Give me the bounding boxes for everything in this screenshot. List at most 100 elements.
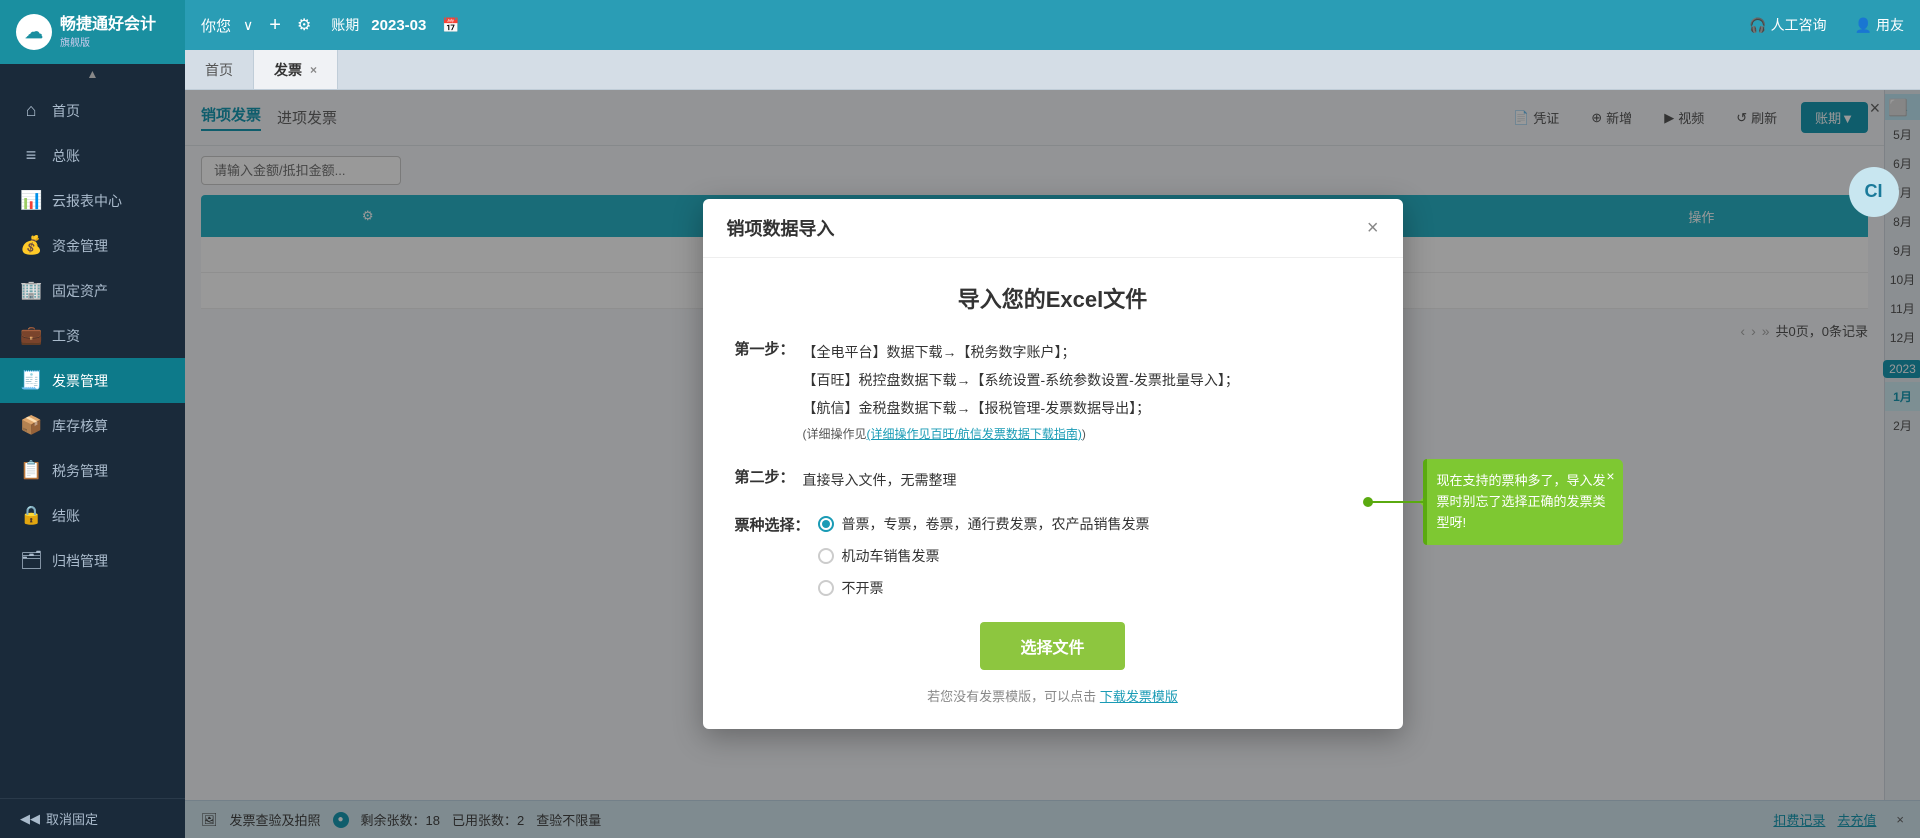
topbar-company: 你您 (201, 15, 231, 36)
radio-noticket[interactable]: 不开票 (818, 578, 1150, 598)
sidebar-item-ledger[interactable]: ≡ 总账 (0, 133, 185, 178)
sidebar-item-label: 固定资产 (52, 281, 108, 301)
user-icon: 👤 (1855, 17, 1872, 34)
step1-line1: 【全电平台】数据下载→【税务数字账户】； (803, 338, 1239, 366)
topbar-user-label: 用友 (1876, 15, 1904, 35)
sidebar-item-report[interactable]: 📊 云报表中心 (0, 178, 185, 223)
sidebar-item-label: 税务管理 (52, 461, 108, 481)
topbar: 你您 ∨ + ⚙ 账期 2023-03 📅 🎧 人工咨询 👤 用友 (185, 0, 1920, 50)
step1-row: 第一步： 【全电平台】数据下载→【税务数字账户】； 【百旺】税控盘数据下载→【系… (735, 338, 1371, 446)
sidebar-item-label: 总账 (52, 146, 80, 166)
headset-icon: 🎧 (1749, 17, 1766, 34)
home-icon: ⌂ (20, 100, 42, 121)
radio-motor[interactable]: 机动车销售发票 (818, 546, 1150, 566)
sidebar-item-closing[interactable]: 🔒 结账 (0, 493, 185, 538)
tab-home[interactable]: 首页 (185, 50, 254, 89)
tab-invoice-label: 发票 (274, 60, 302, 80)
sidebar-item-fund[interactable]: 💰 资金管理 (0, 223, 185, 268)
radio-noticket-label: 不开票 (842, 578, 884, 598)
logo-text-block: 畅捷通好会计 旗舰版 (60, 15, 156, 49)
sidebar-item-home[interactable]: ⌂ 首页 (0, 88, 185, 133)
tab-close-button[interactable]: × (310, 63, 317, 77)
step1-line2: 【百旺】税控盘数据下载→【系统设置-系统参数设置-发票批量导入】； (803, 366, 1239, 394)
sidebar-item-label: 首页 (52, 101, 80, 121)
select-file-button[interactable]: 选择文件 (980, 622, 1124, 670)
modal-title: 销项数据导入 (727, 215, 835, 241)
radio-row: 票种选择： 普票，专票，卷票，通行费发票，农产品销售发票 (735, 514, 1371, 598)
sidebar-item-asset[interactable]: 🏢 固定资产 (0, 268, 185, 313)
sidebar-scroll-up[interactable]: ▲ (0, 64, 185, 84)
step2-label: 第二步： (735, 466, 795, 487)
sidebar-item-label: 资金管理 (52, 236, 108, 256)
topbar-gear-button[interactable]: ⚙ (297, 15, 311, 35)
tooltip-close-button[interactable]: × (1606, 465, 1614, 487)
step1-link[interactable]: (详细操作见百旺/航信发票数据下载指南) (867, 427, 1082, 441)
tab-invoice[interactable]: 发票 × (254, 50, 338, 89)
sidebar-item-label: 归档管理 (52, 551, 108, 571)
sidebar-item-tax[interactable]: 📋 税务管理 (0, 448, 185, 493)
content-area: 销项发票 进项发票 📄 凭证 ⊕ 新增 ▶ 视频 (185, 90, 1920, 838)
radio-normal[interactable]: 普票，专票，卷票，通行费发票，农产品销售发票 (818, 514, 1150, 534)
ci-avatar: CI (1849, 167, 1899, 217)
radio-label: 票种选择： (735, 514, 810, 535)
topbar-arrow[interactable]: ∨ (243, 17, 253, 34)
download-text: 若您没有发票模版，可以点击 (927, 689, 1096, 704)
step1-line3: 【航信】金税盘数据下载→【报税管理-发票数据导出】； (803, 394, 1239, 422)
tooltip-dot (1363, 497, 1373, 507)
sidebar-item-invoice[interactable]: 🧾 发票管理 (0, 358, 185, 403)
modal-dialog: 销项数据导入 × 导入您的Excel文件 第一步： 【全电平台】数据下载→【税务… (703, 199, 1403, 729)
radio-normal-circle (818, 516, 834, 532)
modal-overlay: 销项数据导入 × 导入您的Excel文件 第一步： 【全电平台】数据下载→【税务… (185, 90, 1920, 838)
main-area: 你您 ∨ + ⚙ 账期 2023-03 📅 🎧 人工咨询 👤 用友 首页 发票 (185, 0, 1920, 838)
tooltip-balloon: × 现在支持的票种多了，导入发票时别忘了选择正确的发票类型呀! (1423, 459, 1623, 545)
sidebar-bottom-label: 取消固定 (46, 809, 98, 828)
topbar-user-button[interactable]: 👤 用友 (1855, 15, 1904, 35)
asset-icon: 🏢 (20, 280, 42, 301)
topbar-plus-button[interactable]: + (269, 14, 281, 37)
sidebar-item-inventory[interactable]: 📦 库存核算 (0, 403, 185, 448)
topbar-period-value: 2023-03 (371, 17, 426, 34)
download-row: 若您没有发票模版，可以点击 下载发票模版 (735, 686, 1371, 705)
radio-normal-dot (822, 520, 830, 528)
modal-close-button[interactable]: × (1367, 217, 1379, 240)
tooltip-line (1368, 501, 1423, 503)
sidebar-item-archive[interactable]: 🗂 归档管理 (0, 538, 185, 583)
step2-row: 第二步： 直接导入文件，无需整理 (735, 466, 1371, 494)
sidebar-item-label: 发票管理 (52, 371, 108, 391)
topbar-support-button[interactable]: 🎧 人工咨询 (1749, 15, 1826, 35)
logo-icon: ☁ (16, 14, 52, 50)
logo-text: 畅捷通好会计 (60, 15, 156, 34)
fund-icon: 💰 (20, 235, 42, 256)
modal-body: 导入您的Excel文件 第一步： 【全电平台】数据下载→【税务数字账户】； 【百… (703, 258, 1403, 729)
sidebar-item-label: 库存核算 (52, 416, 108, 436)
sidebar-scroll: ▲ ⌂ 首页 ≡ 总账 📊 云报表中心 💰 资金管理 (0, 64, 185, 798)
topbar-period-icon[interactable]: 📅 (442, 17, 459, 34)
topbar-period-label: 账期 (331, 15, 359, 35)
download-template-link[interactable]: 下载发票模版 (1100, 689, 1178, 704)
sidebar: ☁ 畅捷通好会计 旗舰版 ▲ ⌂ 首页 ≡ 总账 📊 云报表中心 (0, 0, 185, 838)
import-main-title: 导入您的Excel文件 (735, 282, 1371, 314)
sidebar-logo: ☁ 畅捷通好会计 旗舰版 (0, 0, 185, 64)
salary-icon: 💼 (20, 325, 42, 346)
sidebar-item-salary[interactable]: 💼 工资 (0, 313, 185, 358)
tooltip-bar (1423, 459, 1427, 545)
tax-icon: 📋 (20, 460, 42, 481)
modal-header: 销项数据导入 × (703, 199, 1403, 258)
report-icon: 📊 (20, 190, 42, 211)
radio-motor-circle (818, 548, 834, 564)
sidebar-item-label: 工资 (52, 326, 80, 346)
ledger-icon: ≡ (20, 145, 42, 166)
invoice-icon: 🧾 (20, 370, 42, 391)
radio-motor-label: 机动车销售发票 (842, 546, 940, 566)
sidebar-nav: ⌂ 首页 ≡ 总账 📊 云报表中心 💰 资金管理 🏢 固定资产 (0, 84, 185, 587)
sidebar-bottom-icon: ◀◀ (20, 811, 40, 827)
closing-icon: 🔒 (20, 505, 42, 526)
topbar-support-label: 人工咨询 (1771, 15, 1827, 35)
radio-group: 普票，专票，卷票，通行费发票，农产品销售发票 机动车销售发票 不开票 (818, 514, 1150, 598)
radio-noticket-circle (818, 580, 834, 596)
step1-sub: (详细操作见(详细操作见百旺/航信发票数据下载指南)) (803, 422, 1239, 446)
tabs-bar: 首页 发票 × (185, 50, 1920, 90)
sidebar-item-label: 云报表中心 (52, 191, 122, 211)
sidebar-bottom[interactable]: ◀◀ 取消固定 (0, 798, 185, 838)
sidebar-item-label: 结账 (52, 506, 80, 526)
